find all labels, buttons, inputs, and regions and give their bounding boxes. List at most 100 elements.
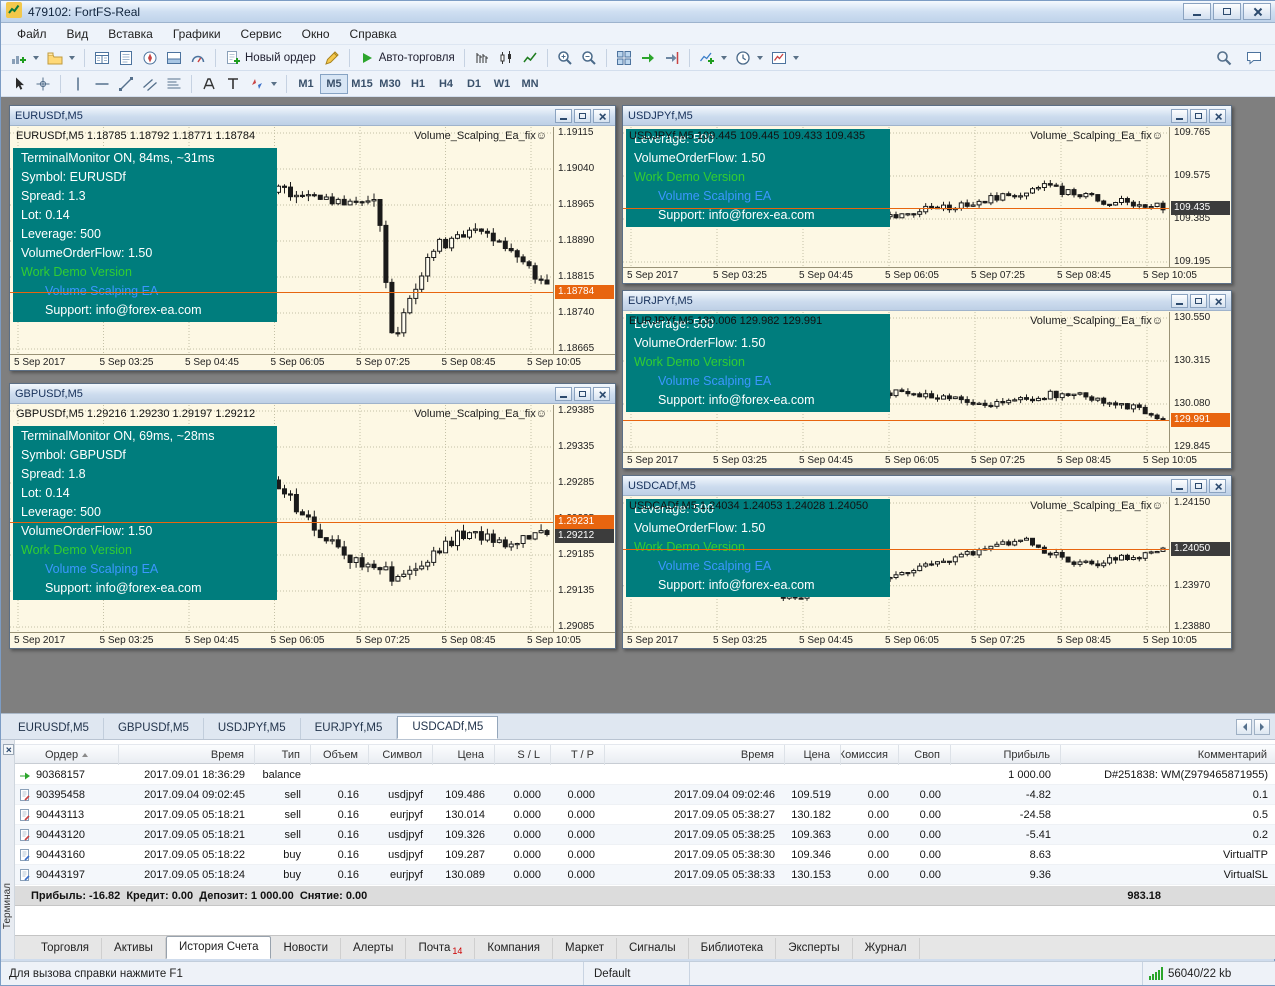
column-header-open_price[interactable]: Цена (433, 745, 495, 765)
timeframe-m5[interactable]: M5 (320, 73, 348, 94)
new-chart-button[interactable] (7, 47, 43, 69)
timeframe-m15[interactable]: M15 (348, 74, 376, 94)
status-profile-selector[interactable]: Default (583, 962, 689, 985)
terminal-tab[interactable]: Почта 14 (406, 938, 476, 959)
scroll-right-button[interactable] (1254, 719, 1270, 735)
terminal-tab[interactable]: Эксперты (776, 938, 853, 959)
terminal-tab[interactable]: Новости (271, 938, 341, 959)
history-row[interactable]: 90443113 2017.09.05 05:18:21 sell 0.16 eurjp… (15, 805, 1275, 825)
indicators-button[interactable] (695, 47, 731, 69)
auto-scroll-button[interactable] (636, 47, 660, 69)
chart-minimize-button[interactable] (1171, 293, 1188, 308)
menu-item-вид[interactable]: Вид (57, 24, 99, 44)
chart-minimize-button[interactable] (555, 386, 572, 401)
timeframe-w1[interactable]: W1 (488, 74, 516, 94)
chart-title-bar[interactable]: EURJPYf,M5 (623, 291, 1231, 311)
timeframe-h1[interactable]: H1 (404, 74, 432, 94)
column-header-comment[interactable]: Комментарий (1061, 745, 1275, 765)
column-header-close_time[interactable]: Время (605, 745, 785, 765)
chart-minimize-button[interactable] (555, 108, 572, 123)
tile-windows-button[interactable] (612, 47, 636, 69)
history-row[interactable]: 90443197 2017.09.05 05:18:24 buy 0.16 eurjpy… (15, 865, 1275, 885)
chart-minimize-button[interactable] (1171, 108, 1188, 123)
profiles-button[interactable] (43, 47, 79, 69)
column-header-symbol[interactable]: Символ (369, 745, 433, 765)
chart-close-button[interactable] (1209, 293, 1226, 308)
history-row[interactable]: 90395458 2017.09.04 09:02:45 sell 0.16 usdjp… (15, 785, 1275, 805)
terminal-tab[interactable]: Сигналы (617, 938, 689, 959)
chart-restore-button[interactable] (574, 386, 591, 401)
chart-title-bar[interactable]: EURUSDf,M5 (10, 106, 615, 126)
timeframe-m30[interactable]: M30 (376, 74, 404, 94)
terminal-tab[interactable]: Торговля (29, 938, 103, 959)
chart-minimize-button[interactable] (1171, 478, 1188, 493)
chart-close-button[interactable] (593, 108, 610, 123)
terminal-button[interactable] (162, 47, 186, 69)
chart-shift-button[interactable] (660, 47, 684, 69)
vertical-line-button[interactable] (66, 73, 90, 95)
chart-area[interactable]: Leverage: 500 VolumeOrderFlow: 1.50 Work D… (623, 127, 1231, 283)
chart-title-bar[interactable]: USDJPYf,M5 (623, 106, 1231, 126)
chart-close-button[interactable] (593, 386, 610, 401)
menu-item-вставка[interactable]: Вставка (98, 24, 163, 44)
chart-area[interactable]: TerminalMonitor ON, 84ms, ~31ms Symbol: E… (10, 127, 615, 370)
text-label-button[interactable] (221, 73, 245, 95)
navigator-button[interactable] (138, 47, 162, 69)
column-header-swap[interactable]: Своп (899, 745, 951, 765)
menu-item-окно[interactable]: Окно (292, 24, 340, 44)
chart-tab[interactable]: USDCADf,M5 (397, 716, 499, 739)
channel-button[interactable] (138, 73, 162, 95)
chart-restore-button[interactable] (1190, 108, 1207, 123)
terminal-tab[interactable]: Активы (102, 938, 166, 959)
arrows-button[interactable] (245, 73, 281, 95)
horizontal-line-button[interactable] (90, 73, 114, 95)
menu-item-файл[interactable]: Файл (7, 24, 57, 44)
data-window-button[interactable] (114, 47, 138, 69)
autotrading-button[interactable]: Авто-торговля (355, 47, 459, 69)
candlestick-chart-button[interactable] (494, 47, 518, 69)
periods-button[interactable] (731, 47, 767, 69)
cursor-button[interactable] (7, 73, 31, 95)
chart-tab[interactable]: EURJPYf,M5 (301, 718, 398, 739)
chart-tab[interactable]: USDJPYf,M5 (204, 718, 301, 739)
terminal-tab[interactable]: Компания (475, 938, 554, 959)
timeframe-mn[interactable]: MN (516, 74, 544, 94)
chart-close-button[interactable] (1209, 108, 1226, 123)
column-header-close_price[interactable]: Цена (785, 745, 841, 765)
maximize-button[interactable] (1213, 3, 1241, 20)
timeframe-h4[interactable]: H4 (432, 74, 460, 94)
community-chat-button[interactable] (1242, 47, 1266, 69)
close-button[interactable] (1243, 3, 1271, 20)
menu-item-графики[interactable]: Графики (163, 24, 231, 44)
strategy-tester-button[interactable] (186, 47, 210, 69)
terminal-tab[interactable]: История Счета (165, 936, 272, 959)
search-button[interactable] (1212, 47, 1236, 69)
chart-area[interactable]: Leverage: 500 VolumeOrderFlow: 1.50 Work D… (623, 312, 1231, 468)
history-row[interactable]: 90368157 2017.09.01 18:36:29 balance 1 000.… (15, 765, 1275, 785)
menu-item-справка[interactable]: Справка (340, 24, 407, 44)
column-header-profit[interactable]: Прибыль (951, 745, 1061, 765)
minimize-button[interactable] (1183, 3, 1211, 20)
column-header-open_time[interactable]: Время (119, 745, 255, 765)
zoom-out-button[interactable] (577, 47, 601, 69)
column-header-tp[interactable]: T / P (551, 745, 605, 765)
market-watch-button[interactable] (90, 47, 114, 69)
timeframe-m1[interactable]: M1 (292, 74, 320, 94)
history-row[interactable]: 90443120 2017.09.05 05:18:21 sell 0.16 usdjp… (15, 825, 1275, 845)
bar-chart-button[interactable] (470, 47, 494, 69)
column-header-sl[interactable]: S / L (495, 745, 551, 765)
chart-area[interactable]: Leverage: 500 VolumeOrderFlow: 1.50 Work D… (623, 497, 1231, 648)
timeframe-d1[interactable]: D1 (460, 74, 488, 94)
chart-title-bar[interactable]: GBPUSDf,M5 (10, 384, 615, 404)
terminal-tab[interactable]: Библиотека (689, 938, 777, 959)
menu-item-сервис[interactable]: Сервис (231, 24, 292, 44)
text-button[interactable] (197, 73, 221, 95)
terminal-tab[interactable]: Алерты (341, 938, 407, 959)
chart-title-bar[interactable]: USDCADf,M5 (623, 476, 1231, 496)
new-order-button[interactable]: Новый ордер (221, 47, 320, 69)
metaeditor-button[interactable] (320, 47, 344, 69)
trendline-button[interactable] (114, 73, 138, 95)
column-header-volume[interactable]: Объем (311, 745, 369, 765)
line-chart-button[interactable] (518, 47, 542, 69)
scroll-left-button[interactable] (1236, 719, 1252, 735)
